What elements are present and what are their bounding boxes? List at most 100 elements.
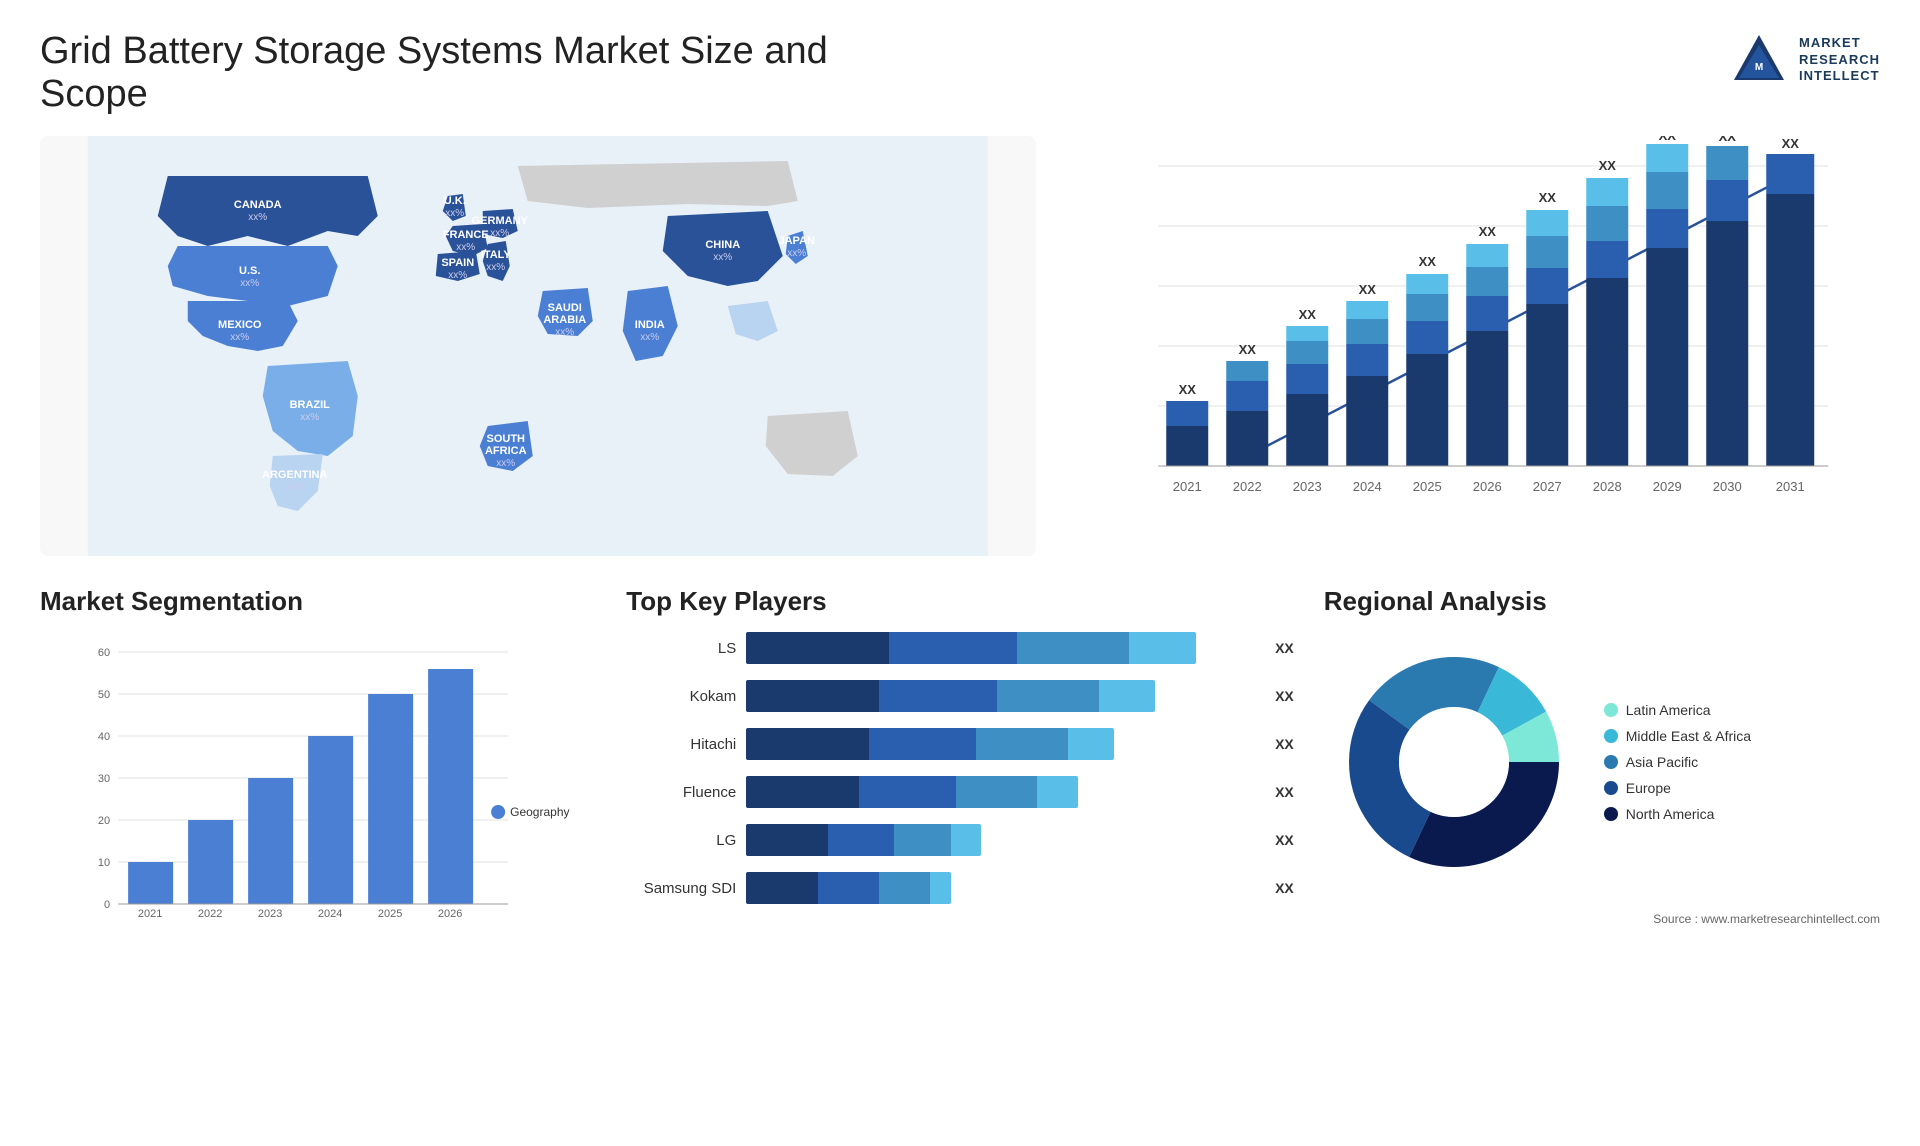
- saudi-label: SAUDI: [548, 302, 582, 314]
- world-map-svg: CANADA xx% U.S. xx% MEXICO xx% BRAZIL xx…: [40, 136, 1036, 556]
- bar-2025: XX 2025: [1406, 254, 1448, 494]
- regional-legend: Latin America Middle East & Africa Asia …: [1604, 702, 1751, 822]
- legend-middle-east: Middle East & Africa: [1604, 728, 1751, 744]
- logo: M MARKET RESEARCH INTELLECT: [1729, 30, 1880, 90]
- china-label: CHINA: [705, 239, 740, 251]
- world-map-container: CANADA xx% U.S. xx% MEXICO xx% BRAZIL xx…: [40, 136, 1036, 556]
- brazil-label: BRAZIL: [290, 399, 331, 411]
- legend-label-asia-pacific: Asia Pacific: [1626, 754, 1698, 770]
- svg-text:XX: XX: [1478, 224, 1496, 239]
- regional-title: Regional Analysis: [1324, 586, 1880, 617]
- svg-text:XX: XX: [1718, 136, 1736, 144]
- legend-europe: Europe: [1604, 780, 1751, 796]
- player-bar-fluence: [746, 776, 1257, 808]
- top-section: CANADA xx% U.S. xx% MEXICO xx% BRAZIL xx…: [40, 136, 1880, 556]
- france-label: FRANCE: [443, 229, 489, 241]
- svg-text:40: 40: [98, 731, 110, 743]
- player-bar-lg: [746, 824, 1257, 856]
- svg-text:2021: 2021: [138, 908, 162, 920]
- us-value: xx%: [240, 278, 259, 289]
- player-row-fluence: Fluence XX: [626, 776, 1294, 808]
- svg-text:XX: XX: [1238, 342, 1256, 357]
- segmentation-title: Market Segmentation: [40, 586, 596, 617]
- logo-icon: M: [1729, 30, 1789, 90]
- player-name-hitachi: Hitachi: [626, 736, 736, 753]
- southafrica-label2: AFRICA: [485, 445, 527, 457]
- player-row-kokam: Kokam XX: [626, 680, 1294, 712]
- svg-text:Geography: Geography: [510, 805, 569, 819]
- player-value-fluence: XX: [1275, 784, 1294, 800]
- mexico-value: xx%: [230, 332, 249, 343]
- svg-text:2025: 2025: [1412, 479, 1441, 494]
- player-value-ls: XX: [1275, 640, 1294, 656]
- svg-text:60: 60: [98, 647, 110, 659]
- seg-bar-2021: [128, 862, 173, 904]
- seg-bar-2022: [188, 820, 233, 904]
- logo-text: MARKET RESEARCH INTELLECT: [1799, 35, 1880, 86]
- japan-value: xx%: [787, 248, 806, 259]
- player-row-lg: LG XX: [626, 824, 1294, 856]
- player-value-hitachi: XX: [1275, 736, 1294, 752]
- svg-text:XX: XX: [1298, 307, 1316, 322]
- svg-text:XX: XX: [1358, 282, 1376, 297]
- player-row-ls: LS XX: [626, 632, 1294, 664]
- legend-north-america: North America: [1604, 806, 1751, 822]
- svg-text:M: M: [1755, 62, 1763, 73]
- svg-text:30: 30: [98, 773, 110, 785]
- svg-text:XX: XX: [1781, 136, 1799, 151]
- legend-label-europe: Europe: [1626, 780, 1671, 796]
- uk-value: xx%: [445, 208, 464, 219]
- svg-text:2025: 2025: [378, 908, 402, 920]
- players-title: Top Key Players: [626, 586, 1294, 617]
- svg-text:2028: 2028: [1592, 479, 1621, 494]
- player-name-fluence: Fluence: [626, 784, 736, 801]
- svg-text:XX: XX: [1538, 190, 1556, 205]
- us-label: U.S.: [239, 265, 260, 277]
- svg-text:2027: 2027: [1532, 479, 1561, 494]
- spain-value: xx%: [448, 270, 467, 281]
- seg-bar-2026: [428, 669, 473, 904]
- svg-text:XX: XX: [1418, 254, 1436, 269]
- uk-label: U.K.: [444, 195, 466, 207]
- legend-latin-america: Latin America: [1604, 702, 1751, 718]
- bar-2027: XX 2027: [1526, 190, 1568, 494]
- legend-color-latin-america: [1604, 703, 1618, 717]
- page-title: Grid Battery Storage Systems Market Size…: [40, 30, 940, 116]
- svg-text:2026: 2026: [438, 908, 462, 920]
- svg-text:2024: 2024: [318, 908, 342, 920]
- bar-2030: XX 2030: [1706, 136, 1748, 494]
- svg-text:20: 20: [98, 815, 110, 827]
- legend-color-europe: [1604, 781, 1618, 795]
- segmentation-section: Market Segmentation 60 50 40 30 20 10 0 …: [40, 586, 596, 966]
- growth-chart-container: XX 2021 XX 2022 XX 2023: [1066, 136, 1881, 556]
- player-name-samsung: Samsung SDI: [626, 880, 736, 897]
- russia-path: [518, 161, 798, 208]
- seg-bar-2024: [308, 736, 353, 904]
- svg-text:0: 0: [104, 899, 110, 911]
- regional-donut-svg: [1324, 632, 1584, 892]
- southafrica-value: xx%: [496, 458, 515, 469]
- bar-2031: XX 2031: [1766, 136, 1814, 494]
- bottom-section: Market Segmentation 60 50 40 30 20 10 0 …: [40, 586, 1880, 966]
- player-name-lg: LG: [626, 832, 736, 849]
- svg-text:50: 50: [98, 689, 110, 701]
- svg-text:2023: 2023: [258, 908, 282, 920]
- svg-text:2031: 2031: [1775, 479, 1804, 494]
- regional-section: Regional Analysis: [1324, 586, 1880, 966]
- seg-legend-color: [491, 805, 505, 819]
- bar-2028: XX 2028: [1586, 158, 1628, 494]
- segmentation-chart-svg: 60 50 40 30 20 10 0 2021 2022 2023 2024 …: [40, 632, 596, 932]
- source-text: Source : www.marketresearchintellect.com: [1324, 912, 1880, 926]
- legend-asia-pacific: Asia Pacific: [1604, 754, 1751, 770]
- player-bar-samsung: [746, 872, 1257, 904]
- seg-bar-2025: [368, 694, 413, 904]
- france-value: xx%: [456, 242, 475, 253]
- svg-text:2030: 2030: [1712, 479, 1741, 494]
- svg-text:2022: 2022: [198, 908, 222, 920]
- canada-label: CANADA: [234, 199, 282, 211]
- southafrica-label: SOUTH: [487, 433, 526, 445]
- germany-label: GERMANY: [472, 215, 529, 227]
- legend-color-asia-pacific: [1604, 755, 1618, 769]
- svg-text:2023: 2023: [1292, 479, 1321, 494]
- regional-layout: Latin America Middle East & Africa Asia …: [1324, 632, 1880, 892]
